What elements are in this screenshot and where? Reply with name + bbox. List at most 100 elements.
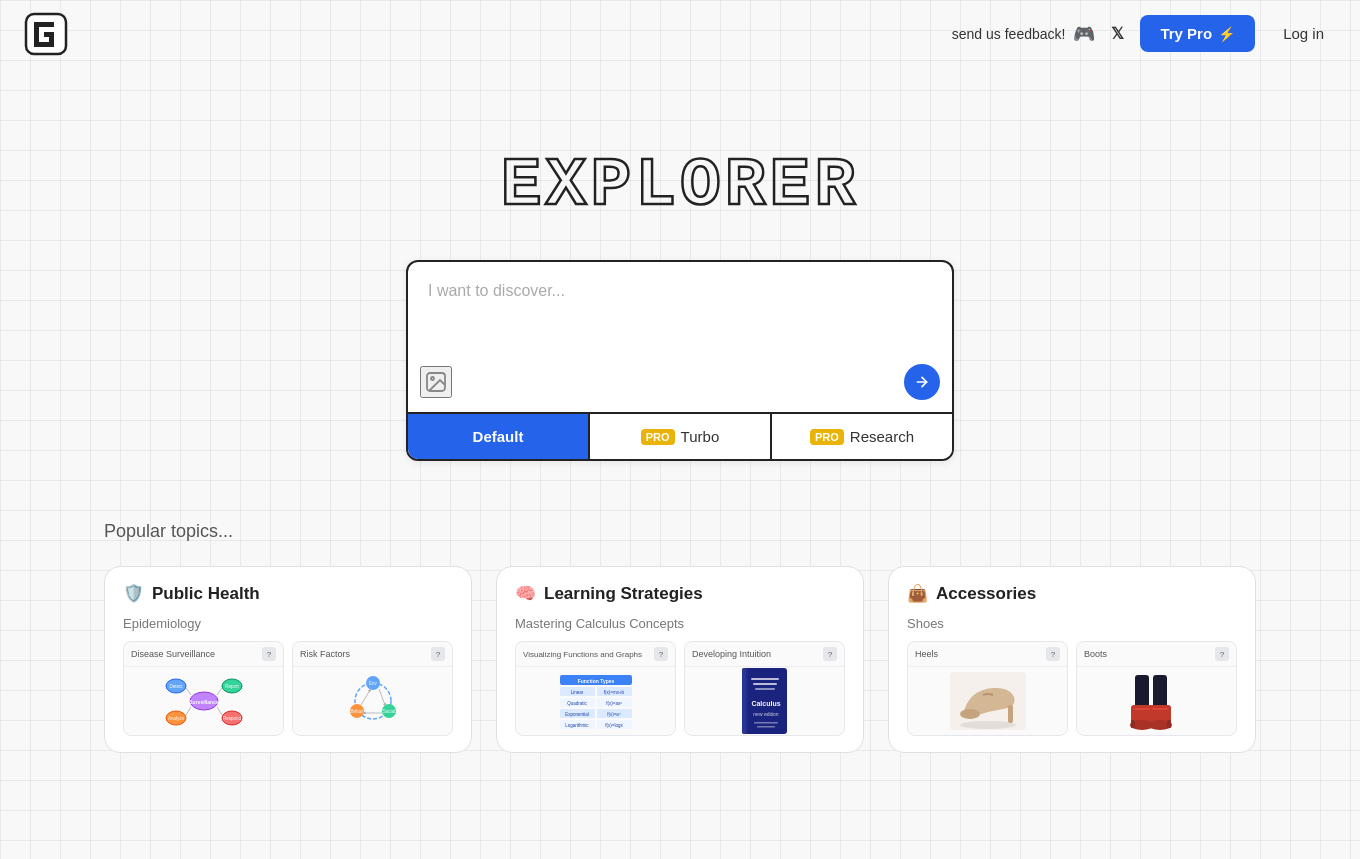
- svg-text:Logarithmic: Logarithmic: [565, 723, 589, 728]
- public-health-mini-cards: Disease Surveillance ? Surveillance: [123, 641, 453, 736]
- accessories-subtitle: Shoes: [907, 616, 1237, 631]
- login-button[interactable]: Log in: [1271, 15, 1336, 52]
- topic-card-public-health[interactable]: 🛡️ Public Health Epidemiology Disease Su…: [104, 566, 472, 753]
- boots-card-icon: ?: [1215, 647, 1229, 661]
- header-left: [24, 12, 68, 56]
- header: send us feedback! 🎮 𝕏 Try Pro ⚡ Log in: [0, 0, 1360, 67]
- svg-line-31: [217, 707, 222, 715]
- svg-line-28: [186, 688, 191, 695]
- topic-card-accessories[interactable]: 👜 Accessories Shoes Heels ?: [888, 566, 1256, 753]
- mini-card-disease-header: Disease Surveillance ?: [124, 642, 283, 667]
- mini-card-intuition-header: Developing Intuition ?: [685, 642, 844, 667]
- try-pro-label: Try Pro: [1160, 25, 1212, 42]
- book-visual: Calculus new edition: [685, 667, 844, 734]
- svg-rect-7: [44, 32, 49, 37]
- mini-card-developing-intuition[interactable]: Developing Intuition ?: [684, 641, 845, 736]
- svg-rect-61: [753, 683, 777, 685]
- svg-text:Surveillance: Surveillance: [189, 699, 219, 705]
- disease-surveillance-label: Disease Surveillance: [131, 649, 215, 659]
- visualizing-card-icon: ?: [654, 647, 668, 661]
- intuition-label: Developing Intuition: [692, 649, 771, 659]
- tab-research[interactable]: Pro Research: [772, 414, 952, 459]
- risk-card-icon: ?: [431, 647, 445, 661]
- mode-tabs: Default Pro Turbo Pro Research: [408, 412, 952, 459]
- svg-point-70: [960, 721, 1016, 729]
- svg-text:Social: Social: [382, 709, 394, 714]
- svg-text:Linear: Linear: [570, 690, 583, 695]
- svg-rect-14: [49, 37, 54, 42]
- public-health-title: Public Health: [152, 584, 260, 604]
- boots-visual: [1077, 667, 1236, 734]
- public-health-emoji: 🛡️: [123, 583, 144, 604]
- svg-text:f(x)=aˣ: f(x)=aˣ: [607, 712, 621, 717]
- svg-text:Analyze: Analyze: [167, 716, 184, 721]
- twitter-icon[interactable]: 𝕏: [1111, 24, 1124, 43]
- svg-text:Behav: Behav: [350, 709, 364, 714]
- topics-grid: 🛡️ Public Health Epidemiology Disease Su…: [104, 566, 1256, 753]
- try-pro-button[interactable]: Try Pro ⚡: [1140, 15, 1255, 52]
- main-content: EXPLORER Default: [0, 67, 1360, 793]
- search-bottom: [408, 356, 952, 412]
- mini-card-heels[interactable]: Heels ?: [907, 641, 1068, 736]
- turbo-pro-badge: Pro: [641, 429, 675, 445]
- image-upload-button[interactable]: [420, 366, 452, 398]
- svg-text:Detect: Detect: [169, 684, 183, 689]
- topic-card-header-public-health: 🛡️ Public Health: [105, 567, 471, 616]
- svg-text:new edition: new edition: [753, 711, 779, 717]
- send-button[interactable]: [904, 364, 940, 400]
- svg-rect-79: [1167, 720, 1171, 728]
- svg-rect-78: [1131, 720, 1135, 728]
- mini-card-risk-factors[interactable]: Risk Factors ? Env: [292, 641, 453, 736]
- svg-text:Function Types: Function Types: [577, 678, 614, 684]
- mini-card-risk-header: Risk Factors ?: [293, 642, 452, 667]
- logo[interactable]: [24, 12, 68, 56]
- research-pro-badge: Pro: [810, 429, 844, 445]
- svg-text:Quadratic: Quadratic: [567, 701, 587, 706]
- feedback-link[interactable]: send us feedback! 🎮: [952, 23, 1096, 45]
- svg-rect-4: [49, 22, 54, 27]
- heels-card-icon: ?: [1046, 647, 1060, 661]
- svg-text:Respond: Respond: [222, 716, 241, 721]
- tab-research-label: Research: [850, 428, 914, 445]
- svg-rect-13: [49, 42, 54, 47]
- svg-text:f(x)=logx: f(x)=logx: [605, 723, 623, 728]
- heels-label: Heels: [915, 649, 938, 659]
- risk-factors-visual: Env Social Behav: [293, 667, 452, 734]
- svg-rect-3: [44, 22, 49, 27]
- topic-card-learning-strategies[interactable]: 🧠 Learning Strategies Mastering Calculus…: [496, 566, 864, 753]
- svg-rect-59: [746, 668, 748, 734]
- accessories-title: Accessories: [936, 584, 1036, 604]
- svg-rect-73: [1153, 675, 1167, 710]
- topic-card-header-learning: 🧠 Learning Strategies: [497, 567, 863, 616]
- svg-rect-66: [757, 726, 775, 728]
- accessories-emoji: 👜: [907, 583, 928, 604]
- svg-rect-72: [1135, 675, 1149, 710]
- svg-rect-12: [44, 42, 49, 47]
- svg-line-29: [217, 688, 222, 695]
- svg-rect-8: [49, 32, 54, 37]
- svg-point-69: [960, 709, 980, 719]
- learning-subtitle: Mastering Calculus Concepts: [515, 616, 845, 631]
- feedback-text: send us feedback!: [952, 26, 1066, 42]
- svg-text:Calculus: Calculus: [751, 700, 780, 707]
- topic-card-body-public-health: Epidemiology Disease Surveillance ?: [105, 616, 471, 752]
- page-title: EXPLORER: [501, 147, 859, 224]
- tab-default[interactable]: Default: [408, 414, 590, 459]
- boots-label: Boots: [1084, 649, 1107, 659]
- mini-card-visualizing-functions[interactable]: Visualizing Functions and Graphs ? Funct…: [515, 641, 676, 736]
- search-input[interactable]: [428, 282, 932, 342]
- svg-rect-6: [34, 32, 39, 37]
- svg-rect-80: [1134, 708, 1150, 710]
- mini-card-boots[interactable]: Boots ?: [1076, 641, 1237, 736]
- learning-title: Learning Strategies: [544, 584, 703, 604]
- intuition-card-icon: ?: [823, 647, 837, 661]
- mini-card-boots-header: Boots ?: [1077, 642, 1236, 667]
- mini-card-disease-surveillance[interactable]: Disease Surveillance ? Surveillance: [123, 641, 284, 736]
- svg-rect-65: [754, 722, 778, 724]
- visualizing-label: Visualizing Functions and Graphs: [523, 650, 642, 659]
- mini-card-visualizing-header: Visualizing Functions and Graphs ?: [516, 642, 675, 667]
- tab-turbo[interactable]: Pro Turbo: [590, 414, 772, 459]
- learning-emoji: 🧠: [515, 583, 536, 604]
- svg-text:Report: Report: [225, 684, 239, 689]
- svg-rect-10: [34, 42, 39, 47]
